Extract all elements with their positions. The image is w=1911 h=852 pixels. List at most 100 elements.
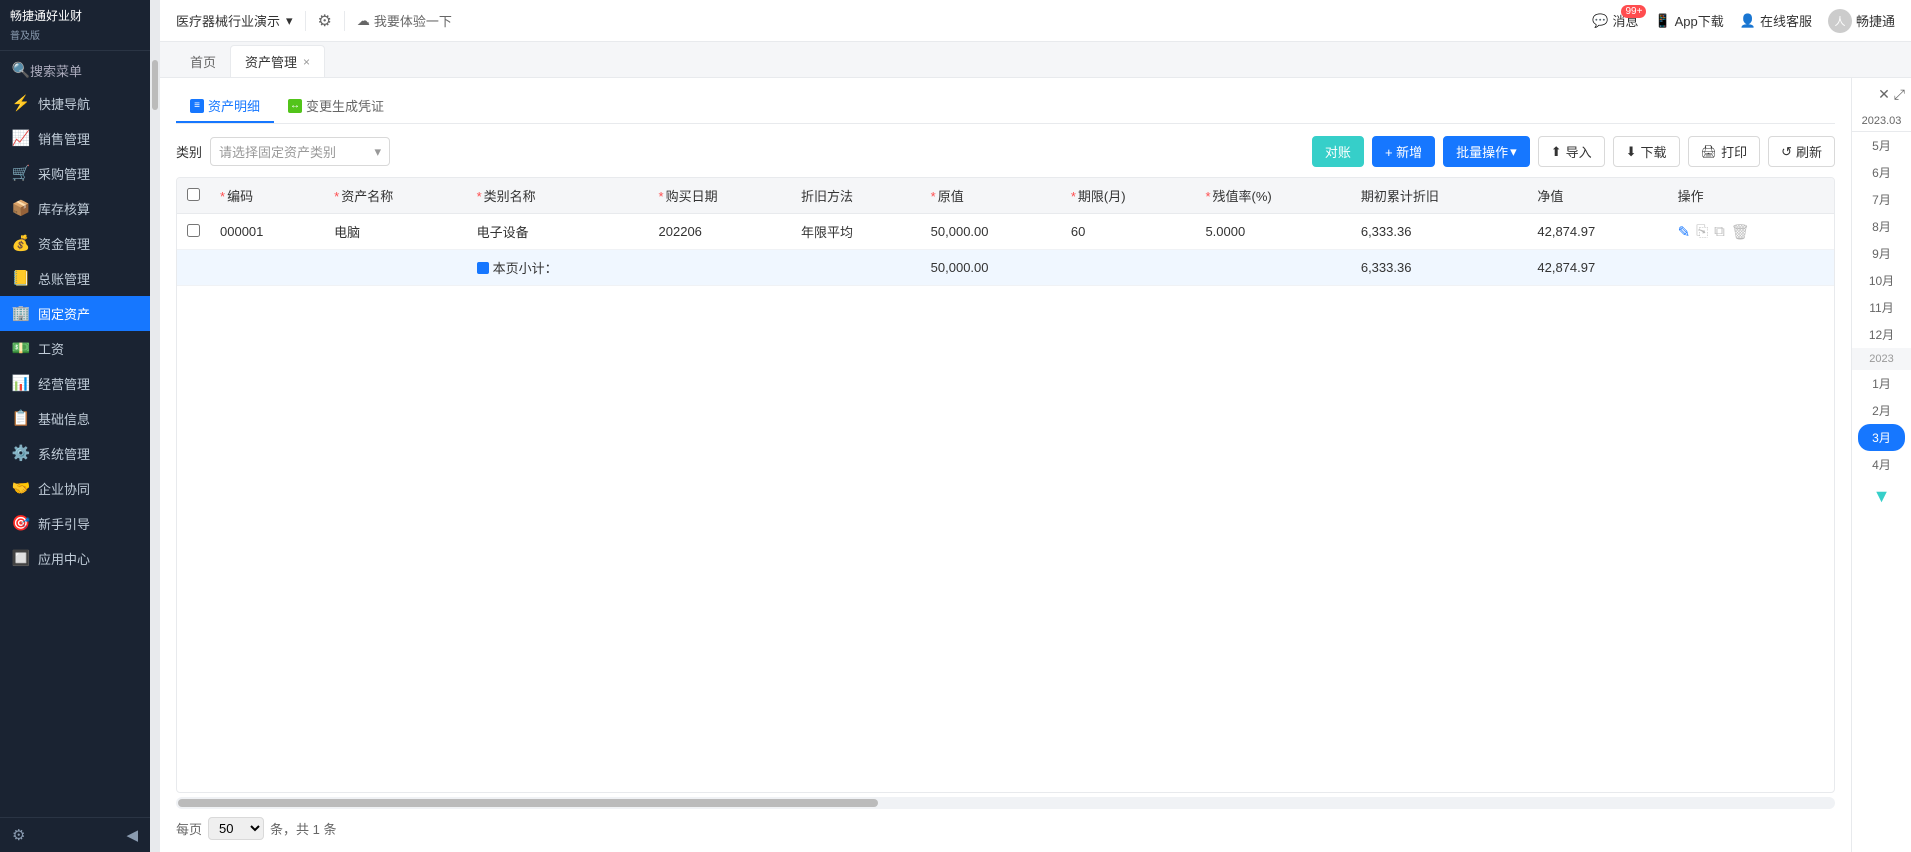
service-icon: 👤 — [1740, 13, 1756, 29]
company-selector[interactable]: 医疗器械行业演示 ▾ — [176, 11, 293, 30]
per-page-label: 每页 — [176, 819, 202, 838]
print-btn[interactable]: 🖨 打印 — [1688, 136, 1761, 167]
settings-footer-icon[interactable]: ⚙ — [12, 826, 25, 844]
month-7[interactable]: 7月 — [1852, 186, 1911, 213]
sidebar-item-ledger[interactable]: 📒 总账管理 — [0, 261, 150, 296]
app-download-btn[interactable]: 📱 App下载 — [1654, 11, 1723, 30]
new-btn[interactable]: + 新增 — [1372, 136, 1435, 167]
sidebar-item-basic-info[interactable]: 📋 基础信息 — [0, 401, 150, 436]
toolbar-right: 对账 + 新增 批量操作 ▾ ⬆ 导入 ⬇ 下载 — [1312, 136, 1835, 167]
refresh-icon: ↺ — [1781, 144, 1792, 160]
delete-icon[interactable]: 🗑 — [1731, 223, 1750, 241]
inventory-icon: 📦 — [12, 199, 30, 217]
new-label: + 新增 — [1385, 142, 1422, 161]
edit-icon[interactable]: ✎ — [1678, 223, 1691, 241]
sub-tabs: ≡ 资产明细 ↔ 变更生成凭证 — [176, 90, 1835, 124]
reconcile-btn[interactable]: 对账 — [1312, 136, 1364, 167]
th-period: *期限(月) — [1061, 178, 1196, 214]
total-label: 条，共 1 条 — [270, 819, 336, 838]
cell-period: 60 — [1061, 214, 1196, 250]
toolbar: 类别 请选择固定资产类别 ▾ 对账 + 新增 批量操 — [176, 136, 1835, 167]
print-icon: 🖨 — [1701, 144, 1718, 160]
messages-btn[interactable]: 💬 消息 99+ — [1592, 11, 1638, 30]
toolbar-left: 类别 请选择固定资产类别 ▾ — [176, 137, 390, 166]
refresh-btn[interactable]: ↺ 刷新 — [1768, 136, 1835, 167]
select-all-checkbox[interactable] — [187, 188, 200, 201]
cell-original-value: 50,000.00 — [921, 214, 1061, 250]
month-12[interactable]: 12月 — [1852, 321, 1911, 348]
basic-info-icon: 📋 — [12, 409, 30, 427]
tab-close-btn[interactable]: × — [303, 55, 310, 69]
sub-tab-change-voucher[interactable]: ↔ 变更生成凭证 — [274, 90, 398, 123]
import-btn[interactable]: ⬆ 导入 — [1538, 136, 1605, 167]
online-service-btn[interactable]: 👤 在线客服 — [1740, 11, 1812, 30]
user-menu[interactable]: 人 畅捷通 — [1828, 9, 1895, 33]
cell-name: 电脑 — [324, 214, 466, 250]
horizontal-scrollbar[interactable] — [176, 797, 1835, 809]
download-btn[interactable]: ⬇ 下载 — [1613, 136, 1680, 167]
sidebar-item-ops[interactable]: 📊 经营管理 — [0, 366, 150, 401]
sidebar-item-app-center[interactable]: 🔲 应用中心 — [0, 541, 150, 576]
row-checkbox-cell — [177, 214, 210, 250]
sidebar-item-payroll[interactable]: 💵 工资 — [0, 331, 150, 366]
search-icon: 🔍 — [12, 61, 30, 79]
sidebar-item-guide[interactable]: 🎯 新手引导 — [0, 506, 150, 541]
subtotal-empty3 — [324, 250, 466, 286]
app-logo: 畅捷通好业财 — [10, 8, 82, 25]
link-icon[interactable]: ⧉ — [1714, 223, 1725, 240]
th-category: *类别名称 — [467, 178, 649, 214]
month-3-active[interactable]: 3月 — [1858, 424, 1905, 451]
sidebar-item-inventory[interactable]: 📦 库存核算 — [0, 191, 150, 226]
month-10[interactable]: 10月 — [1852, 267, 1911, 294]
month-2[interactable]: 2月 — [1852, 397, 1911, 424]
month-11[interactable]: 11月 — [1852, 294, 1911, 321]
sidebar-scrollbar[interactable] — [150, 0, 160, 852]
month-9[interactable]: 9月 — [1852, 240, 1911, 267]
refresh-label: 刷新 — [1796, 142, 1822, 161]
change-voucher-icon: ↔ — [288, 99, 302, 113]
experience-btn[interactable]: ☁ 我要体验一下 — [357, 11, 452, 30]
panel-down-btn[interactable]: ▼ — [1873, 486, 1891, 507]
month-1[interactable]: 1月 — [1852, 370, 1911, 397]
subtotal-empty4 — [649, 250, 791, 286]
subtotal-empty2 — [210, 250, 324, 286]
row-checkbox[interactable] — [187, 224, 200, 237]
cell-category: 电子设备 — [467, 214, 649, 250]
settings-icon[interactable]: ⚙ — [318, 11, 332, 31]
sidebar-item-purchase[interactable]: 🛒 采购管理 — [0, 156, 150, 191]
sidebar-item-sales[interactable]: 📈 销售管理 — [0, 121, 150, 156]
subtotal-accumulated: 6,333.36 — [1351, 250, 1528, 286]
month-5[interactable]: 5月 — [1852, 132, 1911, 159]
month-8[interactable]: 8月 — [1852, 213, 1911, 240]
sidebar-item-capital[interactable]: 💰 资金管理 — [0, 226, 150, 261]
company-name: 医疗器械行业演示 — [176, 11, 280, 30]
sidebar-item-quick-nav[interactable]: ⚡ 快捷导航 — [0, 86, 150, 121]
collapse-icon[interactable]: ◀ — [126, 826, 138, 844]
tab-home[interactable]: 首页 — [176, 46, 230, 77]
sidebar-item-enterprise[interactable]: 🤝 企业协同 — [0, 471, 150, 506]
username: 畅捷通 — [1856, 11, 1895, 30]
sidebar-item-system[interactable]: ⚙️ 系统管理 — [0, 436, 150, 471]
sub-tab1-label: 资产明细 — [208, 96, 260, 115]
tab-asset-management[interactable]: 资产管理 × — [230, 45, 325, 77]
copy-icon[interactable]: ⎘ — [1696, 223, 1708, 240]
month-6[interactable]: 6月 — [1852, 159, 1911, 186]
panel-close-btn[interactable]: ✕ — [1878, 86, 1890, 103]
message-icon: 💬 — [1592, 13, 1608, 29]
category-filter[interactable]: 请选择固定资产类别 ▾ — [210, 137, 390, 166]
per-page-select[interactable]: 50 100 200 — [208, 817, 264, 840]
topbar: 医疗器械行业演示 ▾ ⚙ ☁ 我要体验一下 💬 消息 99+ 📱 App下载 👤… — [160, 0, 1911, 42]
batch-ops-btn[interactable]: 批量操作 ▾ — [1443, 136, 1530, 167]
panel-expand-btn[interactable]: ⤢ — [1894, 86, 1905, 103]
right-panel-header: ✕ ⤢ — [1852, 86, 1911, 103]
month-4[interactable]: 4月 — [1852, 451, 1911, 478]
sidebar-item-fixed-assets[interactable]: 🏢 固定资产 — [0, 296, 150, 331]
batch-ops-label: 批量操作 — [1456, 142, 1508, 161]
sub-tab-asset-detail[interactable]: ≡ 资产明细 — [176, 90, 274, 123]
subtotal-original-value: 50,000.00 — [921, 250, 1061, 286]
filter-label: 类别 — [176, 142, 202, 161]
sidebar-item-search[interactable]: 🔍 搜索菜单 — [0, 55, 150, 86]
cell-accumulated-depreciation: 6,333.36 — [1351, 214, 1528, 250]
cell-purchase-date: 202206 — [649, 214, 791, 250]
app-center-icon: 🔲 — [12, 549, 30, 567]
